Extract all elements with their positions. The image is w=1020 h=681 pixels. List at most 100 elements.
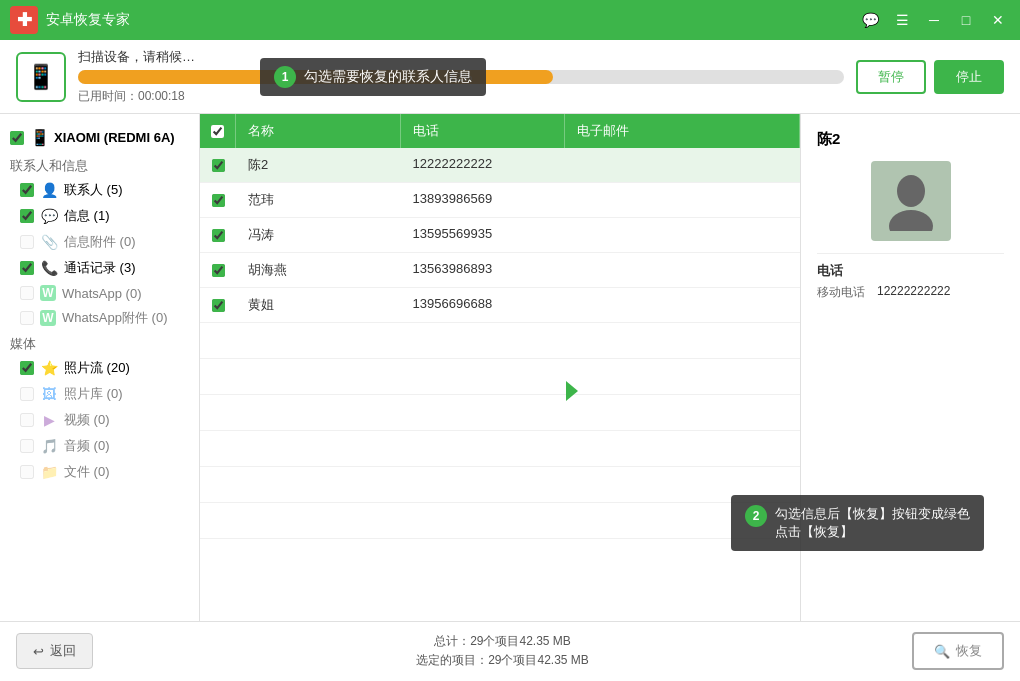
audio-checkbox[interactable] bbox=[20, 439, 34, 453]
sidebar-item-contacts[interactable]: 👤 联系人 (5) bbox=[0, 177, 199, 203]
sidebar-item-messages[interactable]: 💬 信息 (1) bbox=[0, 203, 199, 229]
row-email-4 bbox=[565, 253, 800, 287]
device-item[interactable]: 📱 XIAOMI (REDMI 6A) bbox=[0, 122, 199, 153]
photos-checkbox[interactable] bbox=[20, 361, 34, 375]
detail-phone-label: 移动电话 bbox=[817, 284, 877, 301]
row-name-4: 胡海燕 bbox=[236, 253, 401, 287]
call-log-icon: 📞 bbox=[40, 259, 58, 277]
row-checkbox-2[interactable] bbox=[200, 183, 236, 217]
messages-label: 信息 (1) bbox=[64, 207, 110, 225]
row-name-3: 冯涛 bbox=[236, 218, 401, 252]
sidebar-item-call-log[interactable]: 📞 通话记录 (3) bbox=[0, 255, 199, 281]
table-row-empty bbox=[200, 503, 800, 539]
video-label: 视频 (0) bbox=[64, 411, 110, 429]
photo-lib-label: 照片库 (0) bbox=[64, 385, 123, 403]
header-email: 电子邮件 bbox=[565, 114, 800, 148]
svg-point-2 bbox=[889, 210, 933, 231]
close-icon[interactable]: ✕ bbox=[986, 8, 1010, 32]
sidebar-item-audio[interactable]: 🎵 音频 (0) bbox=[0, 433, 199, 459]
message-icon[interactable]: 💬 bbox=[858, 8, 882, 32]
table-row[interactable]: 冯涛 13595569935 bbox=[200, 218, 800, 253]
maximize-icon[interactable]: □ bbox=[954, 8, 978, 32]
photo-lib-checkbox[interactable] bbox=[20, 387, 34, 401]
video-checkbox[interactable] bbox=[20, 413, 34, 427]
sidebar-item-whatsapp-attach[interactable]: W WhatsApp附件 (0) bbox=[0, 305, 199, 331]
sidebar-item-files[interactable]: 📁 文件 (0) bbox=[0, 459, 199, 485]
media-section-title: 媒体 bbox=[0, 331, 199, 355]
pause-button[interactable]: 暂停 bbox=[856, 60, 926, 94]
whatsapp-icon: W bbox=[40, 285, 56, 301]
row-email-3 bbox=[565, 218, 800, 252]
contacts-checkbox[interactable] bbox=[20, 183, 34, 197]
sidebar-item-whatsapp[interactable]: W WhatsApp (0) bbox=[0, 281, 199, 305]
row-checkbox-5[interactable] bbox=[200, 288, 236, 322]
sidebar-item-video[interactable]: ▶ 视频 (0) bbox=[0, 407, 199, 433]
row-checkbox-1[interactable] bbox=[200, 148, 236, 182]
row-phone-1: 12222222222 bbox=[401, 148, 566, 182]
files-label: 文件 (0) bbox=[64, 463, 110, 481]
video-icon: ▶ bbox=[40, 411, 58, 429]
row-email-1 bbox=[565, 148, 800, 182]
table-area: 名称 电话 电子邮件 陈2 12222222222 范玮 13893986569 bbox=[200, 114, 800, 621]
contact-avatar bbox=[871, 161, 951, 241]
scroll-right-arrow[interactable] bbox=[564, 379, 580, 407]
header-phone: 电话 bbox=[401, 114, 566, 148]
whatsapp-attach-label: WhatsApp附件 (0) bbox=[62, 309, 167, 327]
back-button[interactable]: ↩ 返回 bbox=[16, 633, 93, 669]
whatsapp-checkbox[interactable] bbox=[20, 286, 34, 300]
detail-phone-section: 电话 bbox=[817, 253, 1004, 280]
table-body: 陈2 12222222222 范玮 13893986569 冯涛 1359556… bbox=[200, 148, 800, 621]
msg-attach-checkbox[interactable] bbox=[20, 235, 34, 249]
row-name-5: 黄姐 bbox=[236, 288, 401, 322]
contacts-label: 联系人 (5) bbox=[64, 181, 123, 199]
contacts-section-title: 联系人和信息 bbox=[0, 153, 199, 177]
device-checkbox[interactable] bbox=[10, 131, 24, 145]
whatsapp-attach-checkbox[interactable] bbox=[20, 311, 34, 325]
whatsapp-label: WhatsApp (0) bbox=[62, 286, 141, 301]
svg-point-1 bbox=[897, 175, 925, 207]
table-header: 名称 电话 电子邮件 bbox=[200, 114, 800, 148]
audio-icon: 🎵 bbox=[40, 437, 58, 455]
table-row-empty bbox=[200, 359, 800, 395]
footer-stats: 总计：29个项目42.35 MB 选定的项目：29个项目42.35 MB bbox=[93, 632, 912, 670]
recover-button[interactable]: 🔍 恢复 bbox=[912, 632, 1004, 670]
row-phone-5: 13956696688 bbox=[401, 288, 566, 322]
select-all-checkbox[interactable] bbox=[211, 125, 224, 138]
scanbar: 📱 扫描设备，请稍候… 62% 已用时间：00:00:18 1 勾选需要恢复的联… bbox=[0, 40, 1020, 114]
table-row-empty bbox=[200, 431, 800, 467]
contacts-icon: 👤 bbox=[40, 181, 58, 199]
menu-icon[interactable]: ☰ bbox=[890, 8, 914, 32]
sidebar-item-msg-attachment[interactable]: 📎 信息附件 (0) bbox=[0, 229, 199, 255]
files-checkbox[interactable] bbox=[20, 465, 34, 479]
device-name: XIAOMI (REDMI 6A) bbox=[54, 130, 175, 145]
row-name-2: 范玮 bbox=[236, 183, 401, 217]
call-log-label: 通话记录 (3) bbox=[64, 259, 136, 277]
table-row[interactable]: 黄姐 13956696688 bbox=[200, 288, 800, 323]
sidebar-item-photos[interactable]: ⭐ 照片流 (20) bbox=[0, 355, 199, 381]
main-content: 📱 XIAOMI (REDMI 6A) 联系人和信息 👤 联系人 (5) 💬 信… bbox=[0, 114, 1020, 621]
row-checkbox-3[interactable] bbox=[200, 218, 236, 252]
stop-button[interactable]: 停止 bbox=[934, 60, 1004, 94]
row-phone-3: 13595569935 bbox=[401, 218, 566, 252]
call-log-checkbox[interactable] bbox=[20, 261, 34, 275]
sidebar-item-photo-lib[interactable]: 🖼 照片库 (0) bbox=[0, 381, 199, 407]
table-row[interactable]: 范玮 13893986569 bbox=[200, 183, 800, 218]
svg-marker-0 bbox=[566, 381, 578, 401]
step-2-badge: 2 bbox=[745, 505, 767, 527]
row-checkbox-4[interactable] bbox=[200, 253, 236, 287]
whatsapp-attach-icon: W bbox=[40, 310, 56, 326]
minimize-icon[interactable]: ─ bbox=[922, 8, 946, 32]
detail-phone-row: 移动电话 12222222222 bbox=[817, 284, 1004, 301]
step-1-badge: 1 bbox=[274, 66, 296, 88]
tooltip-1: 1 勾选需要恢复的联系人信息 bbox=[260, 58, 486, 96]
footer: ↩ 返回 总计：29个项目42.35 MB 选定的项目：29个项目42.35 M… bbox=[0, 621, 1020, 681]
table-row[interactable]: 陈2 12222222222 bbox=[200, 148, 800, 183]
titlebar: ✚ 安卓恢复专家 💬 ☰ ─ □ ✕ bbox=[0, 0, 1020, 40]
recover-icon: 🔍 bbox=[934, 644, 950, 659]
scan-buttons: 暂停 停止 bbox=[856, 60, 1004, 94]
table-row-empty bbox=[200, 323, 800, 359]
msg-attach-label: 信息附件 (0) bbox=[64, 233, 136, 251]
table-row[interactable]: 胡海燕 13563986893 bbox=[200, 253, 800, 288]
messages-checkbox[interactable] bbox=[20, 209, 34, 223]
photos-label: 照片流 (20) bbox=[64, 359, 130, 377]
